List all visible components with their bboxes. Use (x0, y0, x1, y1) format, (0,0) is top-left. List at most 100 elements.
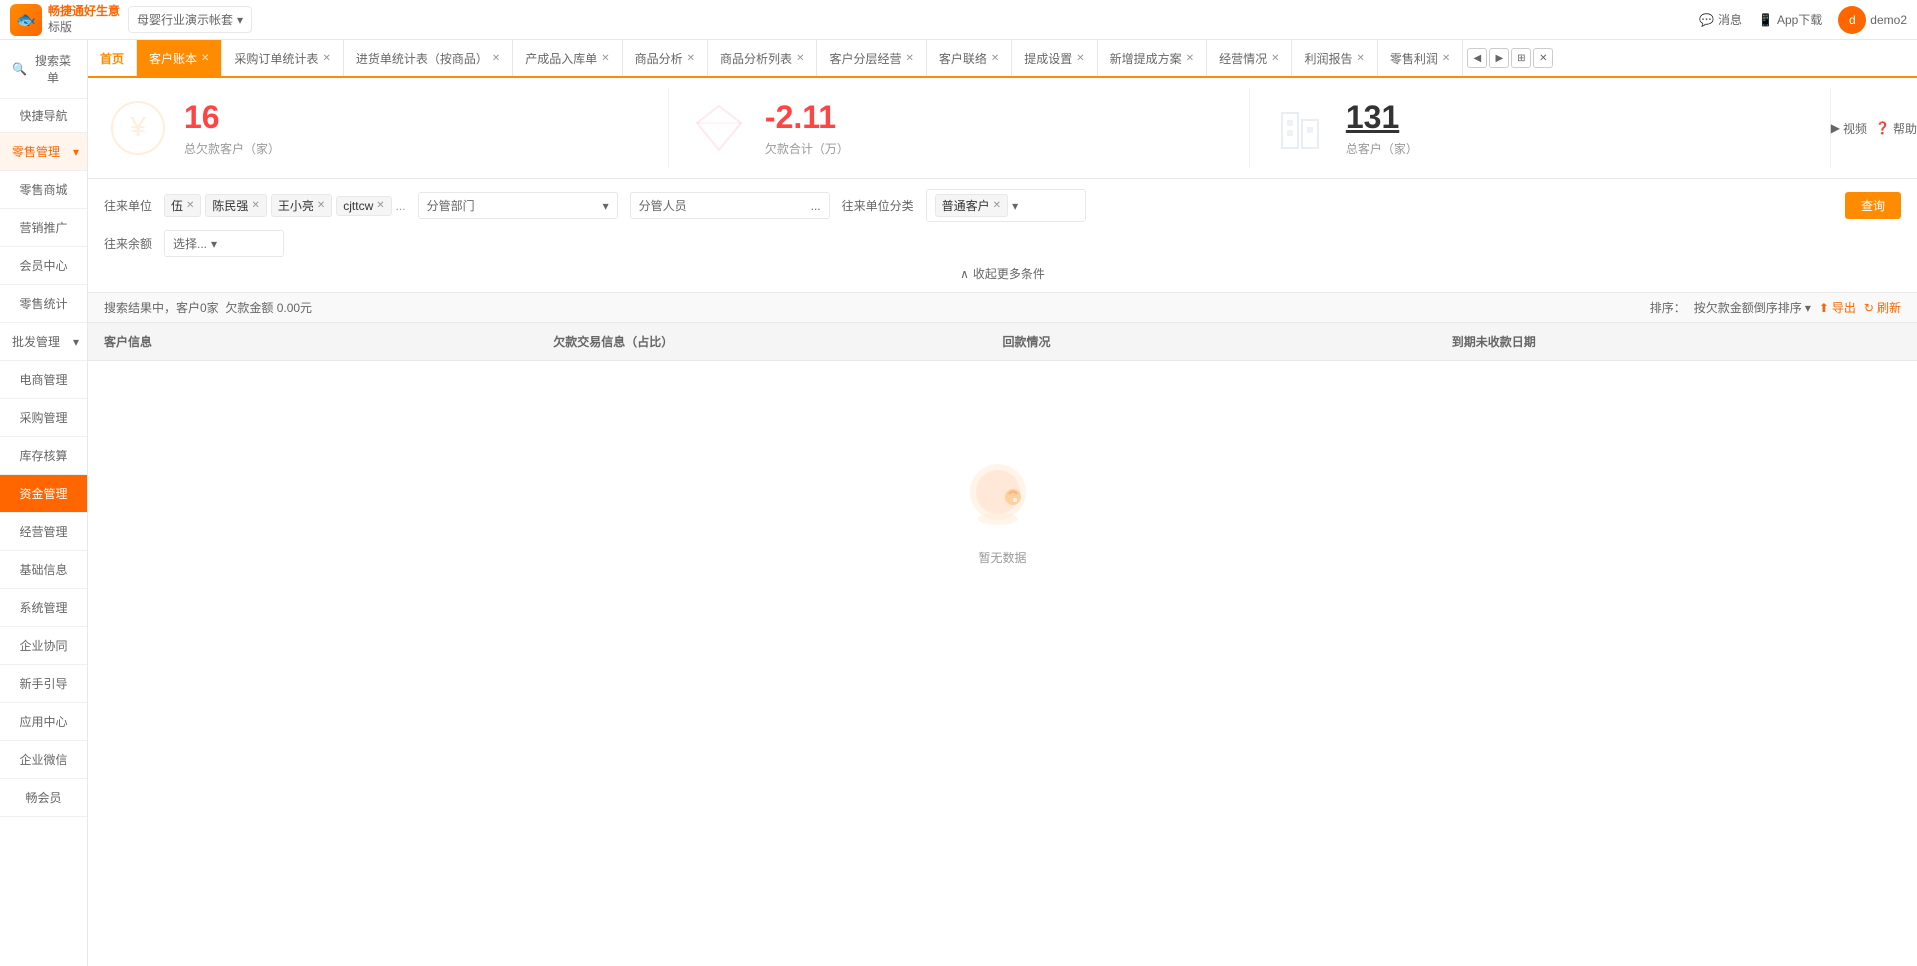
close-icon[interactable]: ✕ (1442, 53, 1450, 64)
chevron-down-balance-icon: ▾ (211, 237, 217, 251)
close-icon[interactable]: ✕ (991, 53, 999, 64)
tab-goods-analysis[interactable]: 商品分析 ✕ (623, 40, 708, 76)
close-icon[interactable]: ✕ (796, 53, 804, 64)
stat-value-amount: -2.11 (765, 99, 849, 136)
tab-purchase-order-stats[interactable]: 采购订单统计表 ✕ (222, 40, 343, 76)
filter-balance-placeholder: 选择... (173, 235, 207, 252)
account-selector[interactable]: 母婴行业演示帐套 ▾ (128, 6, 252, 33)
help-button[interactable]: ❓ 帮助 (1875, 120, 1917, 137)
collapse-button[interactable]: ∧ 收起更多条件 (960, 265, 1045, 282)
tab-customer-ledger[interactable]: 客户账本 ✕ (137, 40, 222, 76)
search-menu-button[interactable]: 🔍 搜索菜单 (8, 48, 79, 90)
sidebar-item-retail-stats[interactable]: 零售统计 (0, 285, 87, 323)
close-icon[interactable]: ✕ (905, 53, 913, 64)
sidebar-item-operations[interactable]: 经营管理 (0, 513, 87, 551)
message-button[interactable]: 💬 消息 (1699, 11, 1742, 28)
filter-tag-wang[interactable]: 王小亮 ✕ (271, 194, 332, 217)
sidebar-item-ecommerce[interactable]: 电商管理 (0, 361, 87, 399)
sidebar-item-basics[interactable]: 基础信息 (0, 551, 87, 589)
sidebar-item-system[interactable]: 系统管理 (0, 589, 87, 627)
close-icon[interactable]: ✕ (687, 53, 695, 64)
tab-next-button[interactable]: ▶ (1489, 48, 1509, 68)
sort-label: 排序： (1650, 299, 1686, 316)
stat-block-amount: -2.11 欠款合计（万） (669, 88, 1250, 168)
stat-actions: ▶ 视频 ❓ 帮助 (1831, 120, 1917, 137)
sidebar-item-marketing-label: 营销推广 (19, 221, 67, 235)
filter-more-icon[interactable]: ... (396, 199, 406, 213)
export-button[interactable]: ⬆ 导出 (1819, 299, 1856, 316)
filter-person-select[interactable]: 分管人员 ... (630, 192, 830, 219)
empty-text: 暂无数据 (978, 549, 1026, 566)
user-menu[interactable]: d demo2 (1838, 6, 1907, 34)
sidebar-item-vip[interactable]: 畅会员 (0, 779, 87, 817)
remove-icon-wang[interactable]: ✕ (317, 200, 325, 211)
sidebar-item-retail[interactable]: 零售管理 ▾ (0, 133, 87, 171)
remove-icon-wu[interactable]: ✕ (186, 200, 194, 211)
sidebar-item-quick-nav[interactable]: 快捷导航 (0, 99, 87, 133)
tab-close-all-button[interactable]: ✕ (1533, 48, 1553, 68)
sidebar-item-purchase[interactable]: 采购管理 (0, 399, 87, 437)
sidebar-item-wechat[interactable]: 企业微信 (0, 741, 87, 779)
sidebar-item-apps[interactable]: 应用中心 (0, 703, 87, 741)
filter-tag-ordinary[interactable]: 普通客户 ✕ (935, 194, 1008, 217)
sidebar-item-member[interactable]: 会员中心 (0, 247, 87, 285)
remove-icon-chen[interactable]: ✕ (251, 200, 259, 211)
tab-goods-analysis-list[interactable]: 商品分析列表 ✕ (708, 40, 817, 76)
sidebar-item-wholesale[interactable]: 批发管理 ▾ (0, 323, 87, 361)
tab-product-storage[interactable]: 产成品入库单 ✕ (513, 40, 622, 76)
close-icon[interactable]: ✕ (1076, 53, 1084, 64)
search-icon: 🔍 (12, 62, 27, 76)
sort-select[interactable]: 按欠款金额倒序排序 ▾ (1694, 299, 1811, 316)
sidebar-item-guide[interactable]: 新手引导 (0, 665, 87, 703)
sidebar-item-finance[interactable]: 资金管理 (0, 475, 87, 513)
filter-category-select[interactable]: 普通客户 ✕ ▾ (926, 189, 1086, 222)
tab-goods-stats[interactable]: 进货单统计表（按商品） ✕ (344, 40, 513, 76)
sidebar-item-member-label: 会员中心 (19, 259, 67, 273)
chevron-down-sort-icon: ▾ (1805, 301, 1811, 315)
tab-operations[interactable]: 经营情况 ✕ (1207, 40, 1292, 76)
sidebar-item-marketing[interactable]: 营销推广 (0, 209, 87, 247)
stat-block-customers: ¥ 16 总欠款客户（家） (88, 88, 669, 168)
remove-icon-cjttcw[interactable]: ✕ (376, 200, 384, 211)
table-col-customer-info: 客户信息 (104, 333, 553, 350)
sidebar-item-retail-mall[interactable]: 零售商城 (0, 171, 87, 209)
close-icon[interactable]: ✕ (1271, 53, 1279, 64)
video-button[interactable]: ▶ 视频 (1831, 120, 1867, 137)
filter-person-label: 分管人员 (639, 197, 687, 214)
export-icon: ⬆ (1819, 301, 1829, 315)
sidebar-item-enterprise[interactable]: 企业协同 (0, 627, 87, 665)
close-icon[interactable]: ✕ (492, 53, 500, 64)
tab-expand-button[interactable]: ⊞ (1511, 48, 1531, 68)
table-area: 客户信息 欠款交易信息（占比） 回款情况 到期未收款日期 (88, 323, 1917, 966)
results-bar: 搜索结果中，客户0家 欠款金额 0.00元 排序： 按欠款金额倒序排序 ▾ ⬆ … (88, 293, 1917, 323)
app-download-button[interactable]: 📱 App下载 (1758, 11, 1822, 28)
tab-customer-layer[interactable]: 客户分层经营 ✕ (817, 40, 926, 76)
tab-customer-contact[interactable]: 客户联络 ✕ (927, 40, 1012, 76)
filter-tag-chen[interactable]: 陈民强 ✕ (205, 194, 266, 217)
sidebar-item-apps-label: 应用中心 (19, 715, 67, 729)
filter-dept-select[interactable]: 分管部门 ▾ (418, 192, 618, 219)
refresh-button[interactable]: ↻ 刷新 (1864, 299, 1901, 316)
tab-retail-profit[interactable]: 零售利润 ✕ (1378, 40, 1463, 76)
close-icon[interactable]: ✕ (322, 53, 330, 64)
tab-home[interactable]: 首页 (88, 40, 137, 76)
sidebar-item-inventory[interactable]: 库存核算 (0, 437, 87, 475)
filter-tag-wu[interactable]: 伍 ✕ (164, 194, 201, 217)
close-icon[interactable]: ✕ (601, 53, 609, 64)
sidebar-item-enterprise-label: 企业协同 (19, 639, 67, 653)
results-amount: 欠款金额 0.00元 (225, 299, 312, 316)
remove-icon-ordinary[interactable]: ✕ (993, 200, 1001, 211)
tab-profit-report[interactable]: 利润报告 ✕ (1292, 40, 1377, 76)
filter-balance-select[interactable]: 选择... ▾ (164, 230, 284, 257)
close-icon[interactable]: ✕ (201, 53, 209, 64)
tab-commission-settings[interactable]: 提成设置 ✕ (1012, 40, 1097, 76)
sidebar-item-basics-label: 基础信息 (19, 563, 67, 577)
stat-icon-money: ¥ (108, 98, 168, 158)
sidebar-item-inventory-label: 库存核算 (19, 449, 67, 463)
tab-new-commission[interactable]: 新增提成方案 ✕ (1098, 40, 1207, 76)
filter-tag-cjttcw[interactable]: cjttcw ✕ (336, 196, 391, 216)
tab-prev-button[interactable]: ◀ (1467, 48, 1487, 68)
query-button[interactable]: 查询 (1845, 192, 1901, 219)
close-icon[interactable]: ✕ (1186, 53, 1194, 64)
close-icon[interactable]: ✕ (1357, 53, 1365, 64)
